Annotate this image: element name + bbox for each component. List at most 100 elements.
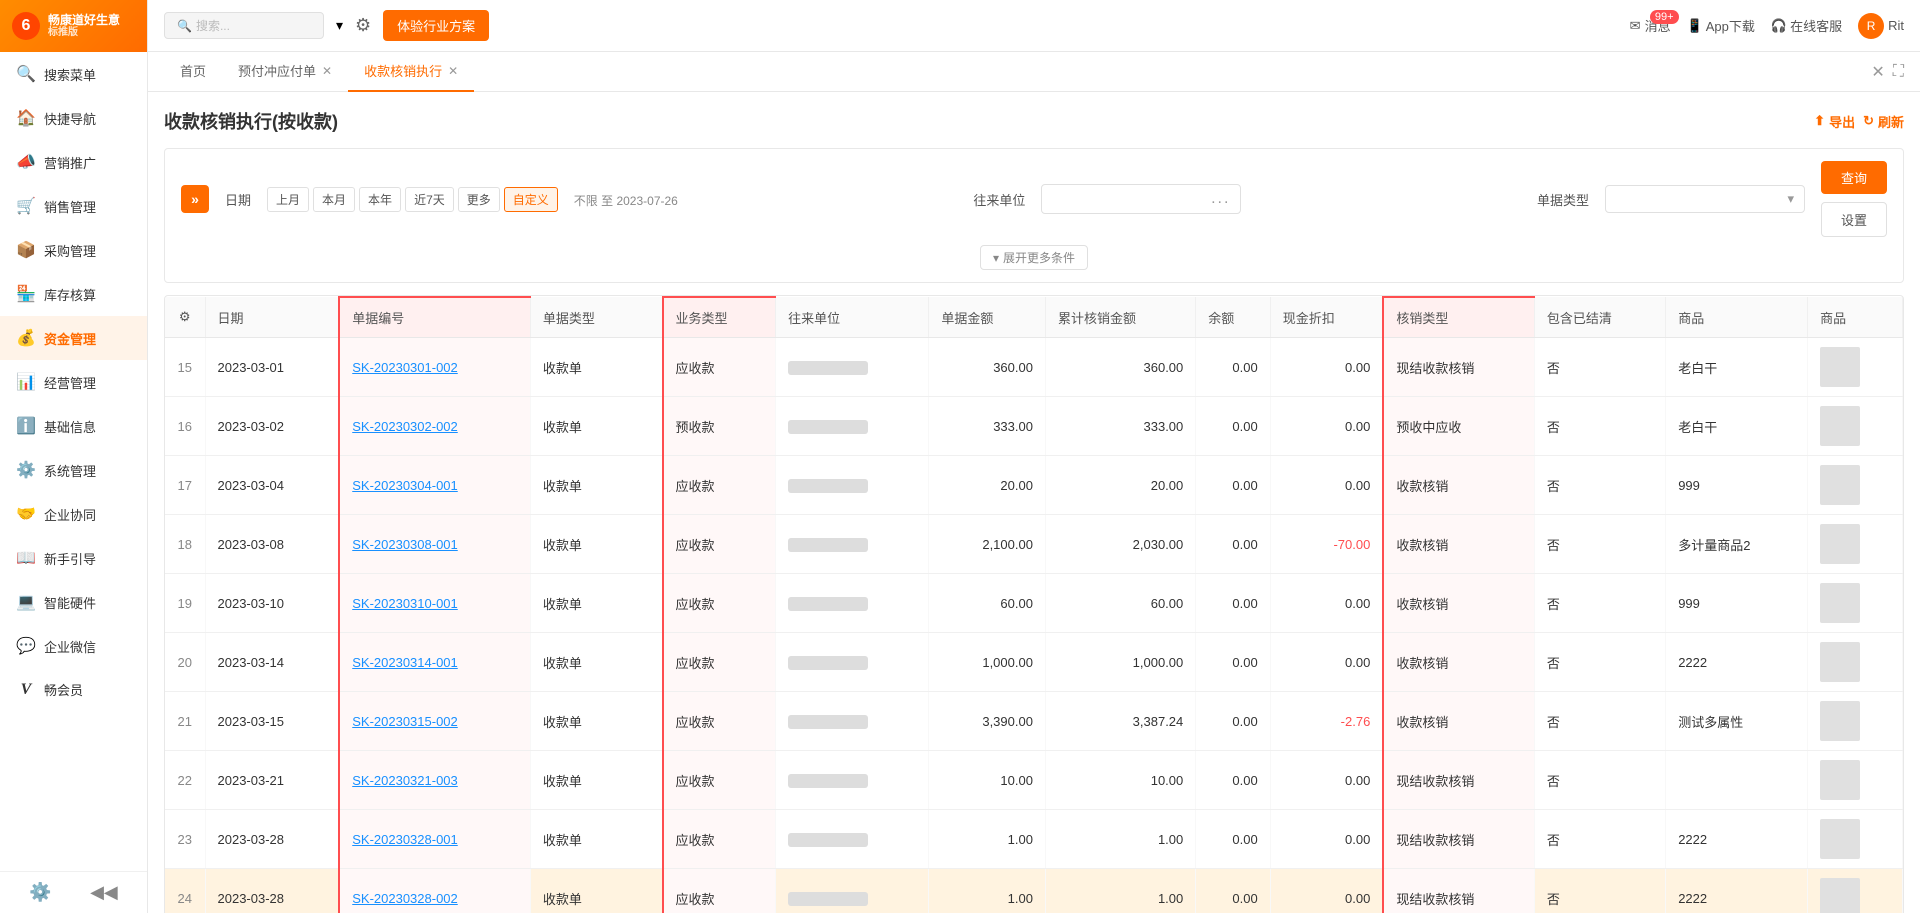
cell-doc-no: SK-20230321-003 — [339, 751, 530, 810]
col-biz-type: 业务类型 — [663, 297, 776, 338]
filter-settings-button[interactable]: 设置 — [1821, 202, 1887, 237]
cell-product2 — [1808, 751, 1903, 810]
table-row: 16 2023-03-02 SK-20230302-002 收款单 预收款 33… — [165, 397, 1903, 456]
message-button[interactable]: ✉ 消息 99+ — [1630, 16, 1671, 35]
sidebar-item-hardware[interactable]: 💻 智能硬件 — [0, 580, 147, 624]
table-row: 22 2023-03-21 SK-20230321-003 收款单 应收款 10… — [165, 751, 1903, 810]
expand-more-button[interactable]: ▾ 展开更多条件 — [980, 245, 1088, 270]
cell-discount: 0.00 — [1270, 810, 1383, 869]
topbar-search[interactable]: 🔍 搜索... — [164, 12, 324, 39]
sidebar-item-label: 企业协同 — [44, 505, 96, 524]
cell-num: 19 — [165, 574, 205, 633]
sidebar-item-label: 资金管理 — [44, 329, 96, 348]
partner-more-icon[interactable]: ... — [1211, 190, 1230, 208]
cell-accumulated: 60.00 — [1045, 574, 1195, 633]
query-button[interactable]: 查询 — [1821, 161, 1887, 194]
sidebar-item-finance[interactable]: 💰 资金管理 — [0, 316, 147, 360]
cell-amount: 60.00 — [929, 574, 1046, 633]
solution-button[interactable]: 体验行业方案 — [383, 10, 489, 41]
sidebar-item-marketing[interactable]: 📣 营销推广 — [0, 140, 147, 184]
cell-doc-no: SK-20230328-002 — [339, 869, 530, 913]
sidebar-item-inventory[interactable]: 🏪 库存核算 — [0, 272, 147, 316]
cell-included: 否 — [1534, 810, 1665, 869]
cell-biz-type: 应收款 — [663, 338, 776, 397]
sidebar-item-guide[interactable]: 📖 新手引导 — [0, 536, 147, 580]
cell-accumulated: 333.00 — [1045, 397, 1195, 456]
last-7days-button[interactable]: 近7天 — [405, 187, 454, 212]
cell-product1: 999 — [1666, 456, 1808, 515]
expand-tabs-icon[interactable]: ⛶ — [1893, 63, 1904, 81]
cell-partner — [776, 515, 929, 574]
cell-partner — [776, 869, 929, 913]
doc-type-filter-label: 单据类型 — [1537, 190, 1589, 209]
collapse-icon[interactable]: ◀◀ — [90, 882, 118, 903]
sidebar-item-wechat[interactable]: 💬 企业微信 — [0, 624, 147, 668]
cell-num: 22 — [165, 751, 205, 810]
cell-accumulated: 1.00 — [1045, 810, 1195, 869]
doc-type-select[interactable]: ▾ — [1605, 185, 1805, 213]
cell-product1: 老白干 — [1666, 338, 1808, 397]
cell-date: 2023-03-04 — [205, 456, 339, 515]
col-product2: 商品 — [1808, 297, 1903, 338]
cell-date: 2023-03-10 — [205, 574, 339, 633]
cell-discount: 0.00 — [1270, 574, 1383, 633]
cell-included: 否 — [1534, 338, 1665, 397]
col-settings[interactable]: ⚙ — [165, 297, 205, 338]
settings-icon[interactable]: ⚙️ — [29, 882, 51, 903]
filter-expand-button[interactable]: » — [181, 185, 209, 213]
gear-icon[interactable]: ⚙ — [355, 15, 371, 36]
cell-verify-type: 收款核销 — [1383, 692, 1534, 751]
sidebar-item-purchase[interactable]: 📦 采购管理 — [0, 228, 147, 272]
sidebar-item-sales[interactable]: 🛒 销售管理 — [0, 184, 147, 228]
user-avatar[interactable]: R Rit — [1858, 13, 1904, 39]
mobile-icon: 📱 — [1687, 18, 1703, 34]
sidebar-item-search[interactable]: 🔍 搜索菜单 — [0, 52, 147, 96]
sidebar-item-label: 系统管理 — [44, 461, 96, 480]
cell-date: 2023-03-28 — [205, 810, 339, 869]
sidebar-item-member[interactable]: V 畅会员 — [0, 668, 147, 711]
tab-prepay[interactable]: 预付冲应付单 ✕ — [222, 52, 348, 92]
app-name: 畅康道好生意 — [48, 13, 120, 27]
cell-product1: 老白干 — [1666, 397, 1808, 456]
cell-accumulated: 1.00 — [1045, 869, 1195, 913]
sidebar-item-basic[interactable]: ℹ️ 基础信息 — [0, 404, 147, 448]
app-download-button[interactable]: 📱 App下载 — [1687, 16, 1755, 35]
cell-product1: 测试多属性 — [1666, 692, 1808, 751]
tab-home[interactable]: 首页 — [164, 52, 222, 92]
dropdown-arrow-icon: ▾ — [1787, 191, 1794, 207]
cell-accumulated: 20.00 — [1045, 456, 1195, 515]
col-partner: 往来单位 — [776, 297, 929, 338]
cell-amount: 3,390.00 — [929, 692, 1046, 751]
cell-accumulated: 10.00 — [1045, 751, 1195, 810]
expand-more-label: 展开更多条件 — [1003, 249, 1075, 266]
online-service-button[interactable]: 🎧 在线客服 — [1771, 16, 1842, 35]
headset-icon: 🎧 — [1771, 18, 1787, 34]
sidebar-item-enterprise[interactable]: 🤝 企业协同 — [0, 492, 147, 536]
custom-date-button[interactable]: 自定义 — [504, 187, 558, 212]
cell-balance: 0.00 — [1196, 338, 1270, 397]
table-row: 18 2023-03-08 SK-20230308-001 收款单 应收款 2,… — [165, 515, 1903, 574]
cell-date: 2023-03-01 — [205, 338, 339, 397]
sidebar-item-system[interactable]: ⚙️ 系统管理 — [0, 448, 147, 492]
close-all-tabs-icon[interactable]: ✕ — [1871, 62, 1884, 82]
sidebar-item-quicknav[interactable]: 🏠 快捷导航 — [0, 96, 147, 140]
partner-select[interactable]: ... — [1041, 184, 1241, 214]
page-header: 收款核销执行(按收款) ⬆ 导出 ↻ 刷新 — [164, 108, 1904, 134]
cell-doc-no: SK-20230328-001 — [339, 810, 530, 869]
tab-collection[interactable]: 收款核销执行 ✕ — [348, 52, 474, 92]
close-collection-tab-icon[interactable]: ✕ — [448, 64, 458, 78]
last-month-button[interactable]: 上月 — [267, 187, 309, 212]
cell-doc-no: SK-20230304-001 — [339, 456, 530, 515]
this-month-button[interactable]: 本月 — [313, 187, 355, 212]
refresh-button[interactable]: ↻ 刷新 — [1863, 112, 1904, 131]
close-prepay-tab-icon[interactable]: ✕ — [322, 64, 332, 78]
more-date-button[interactable]: 更多 — [458, 187, 500, 212]
cell-product1: 2222 — [1666, 633, 1808, 692]
cell-date: 2023-03-21 — [205, 751, 339, 810]
cell-verify-type: 现结收款核销 — [1383, 338, 1534, 397]
refresh-icon: ↻ — [1863, 113, 1874, 129]
basic-icon: ℹ️ — [16, 416, 36, 436]
sidebar-item-operation[interactable]: 📊 经营管理 — [0, 360, 147, 404]
this-year-button[interactable]: 本年 — [359, 187, 401, 212]
export-button[interactable]: ⬆ 导出 — [1814, 112, 1855, 131]
